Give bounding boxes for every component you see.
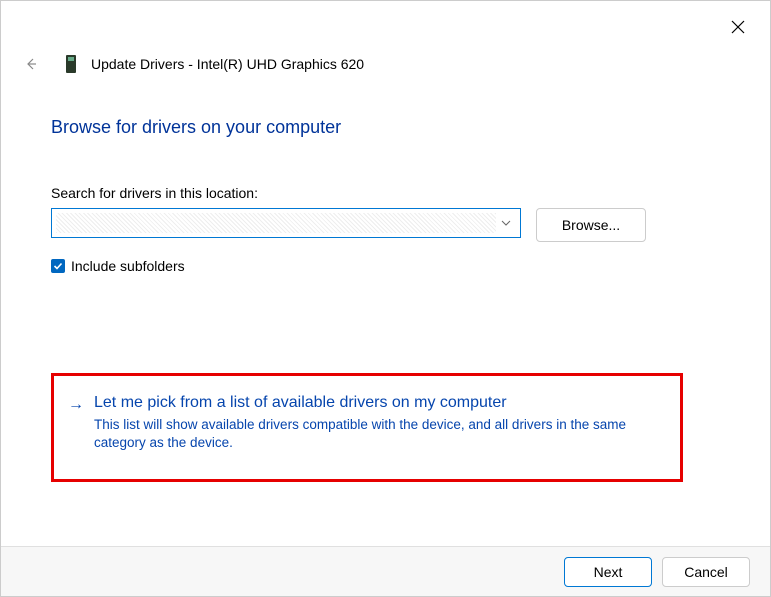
chevron-down-icon xyxy=(501,220,511,226)
close-icon xyxy=(731,20,745,34)
close-button[interactable] xyxy=(724,13,752,41)
include-subfolders-label: Include subfolders xyxy=(71,258,185,274)
path-input[interactable] xyxy=(56,213,496,233)
search-location-label: Search for drivers in this location: xyxy=(51,185,258,201)
path-dropdown-button[interactable] xyxy=(496,209,516,237)
cancel-button[interactable]: Cancel xyxy=(662,557,750,587)
pick-driver-option[interactable]: → Let me pick from a list of available d… xyxy=(51,373,683,482)
back-button[interactable] xyxy=(21,54,41,74)
checkmark-icon xyxy=(53,261,63,271)
next-button[interactable]: Next xyxy=(564,557,652,587)
pick-driver-option-title: Let me pick from a list of available dri… xyxy=(94,394,654,412)
include-subfolders-row: Include subfolders xyxy=(51,258,185,274)
header-row: Update Drivers - Intel(R) UHD Graphics 6… xyxy=(21,53,750,75)
page-heading: Browse for drivers on your computer xyxy=(51,117,341,138)
browse-button[interactable]: Browse... xyxy=(536,208,646,242)
device-icon xyxy=(63,53,79,75)
footer-bar: Next Cancel xyxy=(1,546,770,596)
arrow-left-icon xyxy=(24,57,38,71)
pick-driver-option-description: This list will show available drivers co… xyxy=(94,416,654,452)
include-subfolders-checkbox[interactable] xyxy=(51,259,65,273)
arrow-right-icon: → xyxy=(68,396,84,414)
window-title: Update Drivers - Intel(R) UHD Graphics 6… xyxy=(91,56,364,72)
path-combobox[interactable] xyxy=(51,208,521,238)
